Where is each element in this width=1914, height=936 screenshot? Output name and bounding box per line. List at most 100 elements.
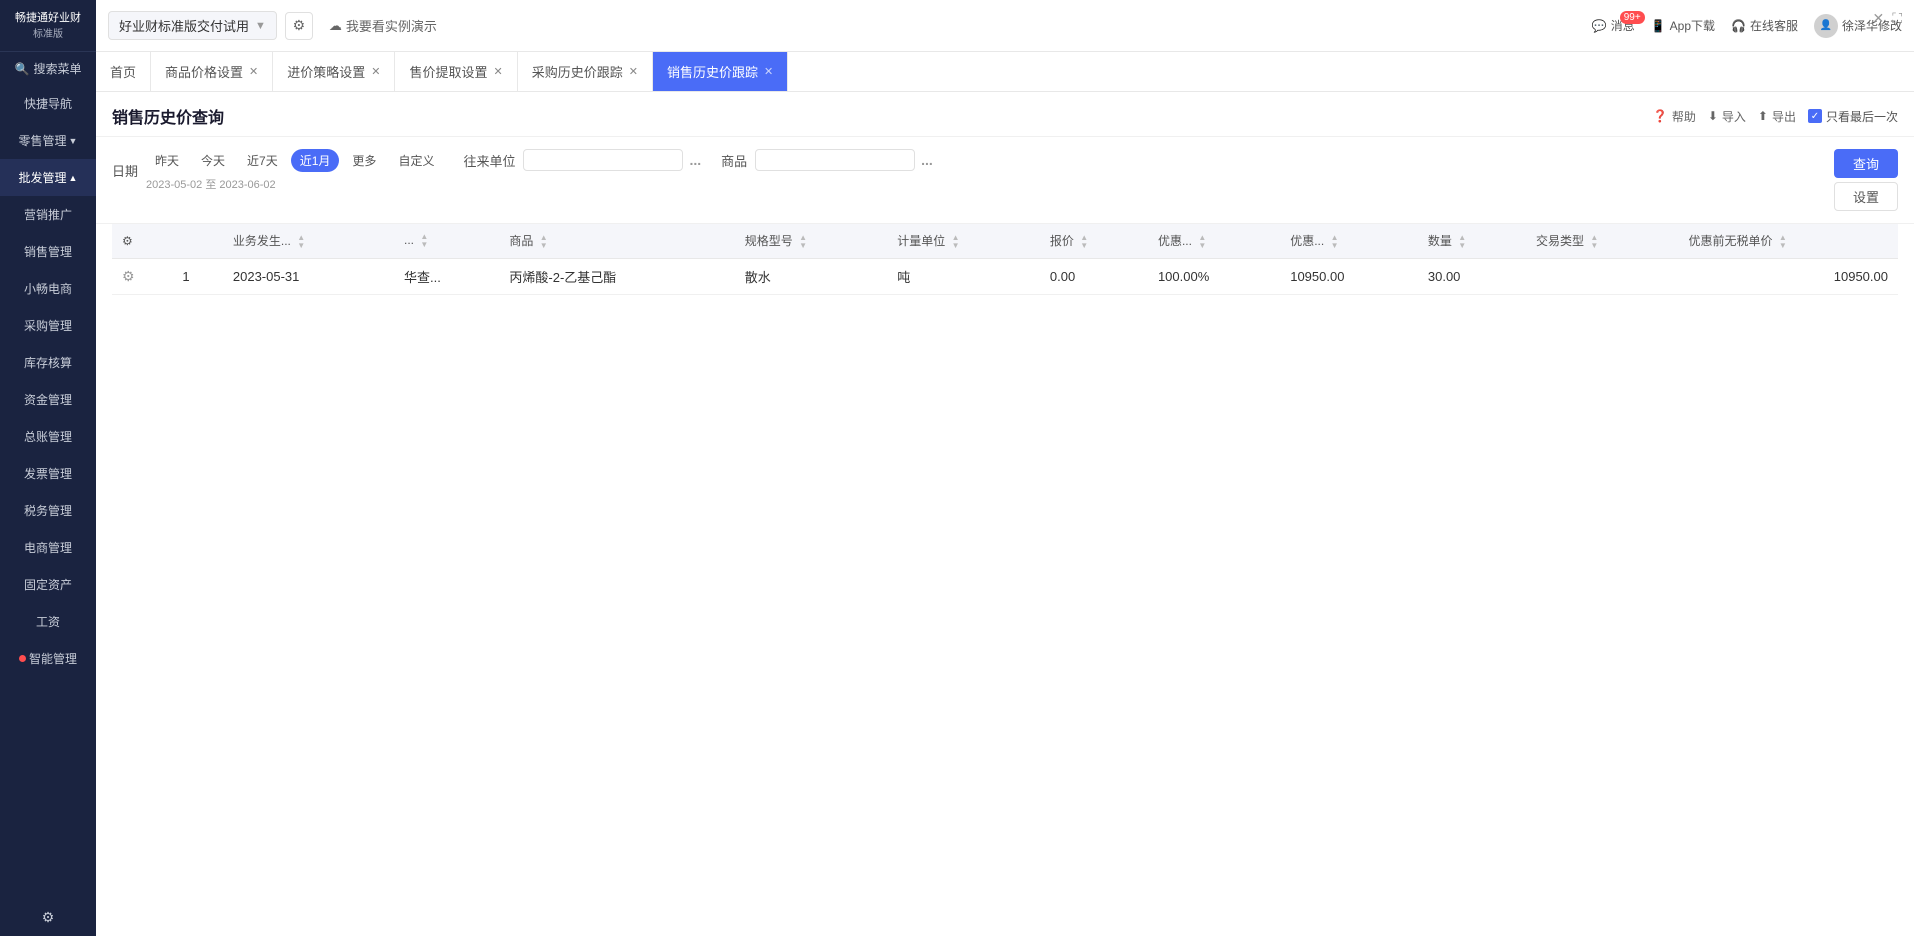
- maximize-window-button[interactable]: ⛶: [1892, 10, 1902, 27]
- col-spec[interactable]: 规格型号 ▲ ▼: [735, 224, 888, 258]
- app-name-line2: 标准版: [33, 25, 63, 40]
- app-download-icon: 📱: [1651, 19, 1666, 33]
- row-unit-cell: 吨: [887, 258, 1040, 294]
- version-selector[interactable]: 好业财标准版交付试用 ▼: [108, 11, 277, 40]
- import-button[interactable]: ⬇ 导入: [1708, 108, 1746, 125]
- date-last1m-btn[interactable]: 近1月: [291, 149, 340, 172]
- sidebar-search[interactable]: 🔍 搜索菜单: [0, 52, 96, 85]
- source-unit-dots-btn[interactable]: ...: [689, 152, 701, 168]
- col-product[interactable]: 商品 ▲ ▼: [499, 224, 734, 258]
- export-icon: ⬆: [1758, 109, 1768, 123]
- col-tx-type[interactable]: 交易类型 ▲ ▼: [1526, 224, 1679, 258]
- app-download-label: App下载: [1670, 17, 1715, 34]
- sidebar-item-payroll[interactable]: 工资: [0, 603, 96, 640]
- message-icon: 💬: [1592, 19, 1607, 33]
- content-area: 销售历史价查询 ❓ 帮助 ⬇ 导入 ⬆ 导出 ✓: [96, 92, 1914, 936]
- export-label: 导出: [1772, 108, 1796, 125]
- app-name-line1: 畅捷通好业财: [15, 11, 81, 25]
- tab-home[interactable]: 首页: [96, 52, 151, 91]
- col-quote[interactable]: 报价 ▲ ▼: [1040, 224, 1148, 258]
- sidebar-search-label: 搜索菜单: [33, 60, 81, 77]
- sidebar-item-wholesale[interactable]: 批发管理 ▲: [0, 159, 96, 196]
- sidebar-item-assets[interactable]: 固定资产: [0, 566, 96, 603]
- page-header-actions: ❓ 帮助 ⬇ 导入 ⬆ 导出 ✓ 只看最后一次: [1653, 108, 1898, 125]
- sidebar-item-tax[interactable]: 税务管理: [0, 492, 96, 529]
- sidebar-item-marketing[interactable]: 营销推广: [0, 196, 96, 233]
- tab-purchase-history-close[interactable]: ✕: [629, 65, 638, 78]
- row-gear-cell[interactable]: ⚙: [112, 258, 172, 294]
- message-button[interactable]: 💬 消息 99+: [1592, 17, 1635, 34]
- tab-sale-history-close[interactable]: ✕: [764, 65, 773, 78]
- sidebar-item-smart[interactable]: 智能管理: [0, 640, 96, 677]
- tab-purchase-strategy-close[interactable]: ✕: [371, 65, 380, 78]
- table-gear-icon: ⚙: [122, 234, 133, 248]
- tab-product-price[interactable]: 商品价格设置 ✕: [151, 52, 273, 91]
- only-last-checkbox[interactable]: ✓: [1808, 109, 1822, 123]
- service-button[interactable]: 🎧 在线客服: [1731, 17, 1798, 34]
- product-dots-btn[interactable]: ...: [921, 152, 933, 168]
- sidebar-settings-button[interactable]: ⚙: [0, 899, 96, 936]
- close-window-button[interactable]: ✕: [1872, 10, 1884, 27]
- tab-sale-extract-label: 售价提取设置: [409, 62, 487, 81]
- row-pretax-price-cell: 10950.00: [1679, 258, 1898, 294]
- tab-purchase-strategy[interactable]: 进价策略设置 ✕: [273, 52, 395, 91]
- date-more-btn[interactable]: 更多: [343, 149, 385, 172]
- col-qty[interactable]: 数量 ▲ ▼: [1418, 224, 1526, 258]
- source-unit-input[interactable]: [523, 149, 683, 171]
- sidebar-item-sales[interactable]: 销售管理: [0, 233, 96, 270]
- export-button[interactable]: ⬆ 导出: [1758, 108, 1796, 125]
- sidebar-item-ecommerce[interactable]: 电商管理: [0, 529, 96, 566]
- help-button[interactable]: ❓ 帮助: [1653, 108, 1696, 125]
- row-quote-cell: 0.00: [1040, 258, 1148, 294]
- search-icon: 🔍: [15, 62, 30, 76]
- filter-actions: 查询 设置: [1834, 149, 1898, 211]
- topbar-gear-button[interactable]: ⚙: [285, 12, 313, 40]
- sidebar-item-quick-nav[interactable]: 快捷导航: [0, 85, 96, 122]
- wholesale-arrow: ▲: [69, 173, 78, 183]
- product-label: 商品: [721, 151, 747, 170]
- table-row[interactable]: ⚙ 1 2023-05-31 华查... 丙烯酸-2-乙基己酯 散水 吨 0.0…: [112, 258, 1898, 294]
- help-icon: ❓: [1653, 109, 1668, 123]
- date-today-btn[interactable]: 今天: [192, 149, 234, 172]
- query-button[interactable]: 查询: [1834, 149, 1898, 178]
- sidebar-item-purchase[interactable]: 采购管理: [0, 307, 96, 344]
- product-input[interactable]: [755, 149, 915, 171]
- sidebar-item-accounting[interactable]: 总账管理: [0, 418, 96, 455]
- demo-link[interactable]: ☁ 我要看实例演示: [329, 16, 437, 35]
- sidebar-item-inventory[interactable]: 库存核算: [0, 344, 96, 381]
- tab-product-price-close[interactable]: ✕: [249, 65, 258, 78]
- tab-sale-extract-close[interactable]: ✕: [494, 65, 503, 78]
- row-gear-icon[interactable]: ⚙: [122, 268, 135, 284]
- sort-down-icon2: ▼: [420, 241, 428, 249]
- col-pretax-price[interactable]: 优惠前无税单价 ▲ ▼: [1679, 224, 1898, 258]
- col-discount2[interactable]: 优惠... ▲ ▼: [1280, 224, 1418, 258]
- sidebar-item-invoice[interactable]: 发票管理: [0, 455, 96, 492]
- only-last-checkbox-label[interactable]: ✓ 只看最后一次: [1808, 108, 1898, 125]
- date-yesterday-btn[interactable]: 昨天: [146, 149, 188, 172]
- col-gear[interactable]: ⚙: [112, 224, 172, 258]
- sidebar-item-finance[interactable]: 资金管理: [0, 381, 96, 418]
- page-header: 销售历史价查询 ❓ 帮助 ⬇ 导入 ⬆ 导出 ✓: [96, 92, 1914, 137]
- sidebar-item-retail[interactable]: 零售管理 ▼: [0, 122, 96, 159]
- service-label: 在线客服: [1750, 17, 1798, 34]
- tab-sale-extract[interactable]: 售价提取设置 ✕: [395, 52, 517, 91]
- date-filter-group: 日期 昨天 今天 近7天 近1月 更多 自定义 2023-05-02 至 202…: [112, 149, 443, 192]
- date-custom-btn[interactable]: 自定义: [389, 149, 443, 172]
- only-last-checkbox-text: 只看最后一次: [1826, 108, 1898, 125]
- app-logo: 畅捷通好业财 标准版: [0, 0, 96, 52]
- tabbar: 首页 商品价格设置 ✕ 进价策略设置 ✕ 售价提取设置 ✕ 采购历史价跟踪 ✕ …: [96, 52, 1914, 92]
- col-extra[interactable]: ... ▲ ▼: [394, 224, 499, 258]
- app-download-button[interactable]: 📱 App下载: [1651, 17, 1715, 34]
- col-unit[interactable]: 计量单位 ▲ ▼: [887, 224, 1040, 258]
- date-last7-btn[interactable]: 近7天: [238, 149, 287, 172]
- row-seq-cell: 1: [172, 258, 223, 294]
- table-header-row: ⚙ 业务发生... ▲ ▼ ...: [112, 224, 1898, 258]
- tab-purchase-history[interactable]: 采购历史价跟踪 ✕: [518, 52, 653, 91]
- setting-button[interactable]: 设置: [1834, 182, 1898, 211]
- filter-bar: 日期 昨天 今天 近7天 近1月 更多 自定义 2023-05-02 至 202…: [96, 137, 1914, 224]
- col-discount1[interactable]: 优惠... ▲ ▼: [1148, 224, 1280, 258]
- col-biz-date[interactable]: 业务发生... ▲ ▼: [223, 224, 394, 258]
- sidebar-item-ecommerce-small[interactable]: 小畅电商: [0, 270, 96, 307]
- quick-nav-label: 快捷导航: [24, 95, 72, 112]
- tab-sale-history[interactable]: 销售历史价跟踪 ✕: [653, 52, 788, 91]
